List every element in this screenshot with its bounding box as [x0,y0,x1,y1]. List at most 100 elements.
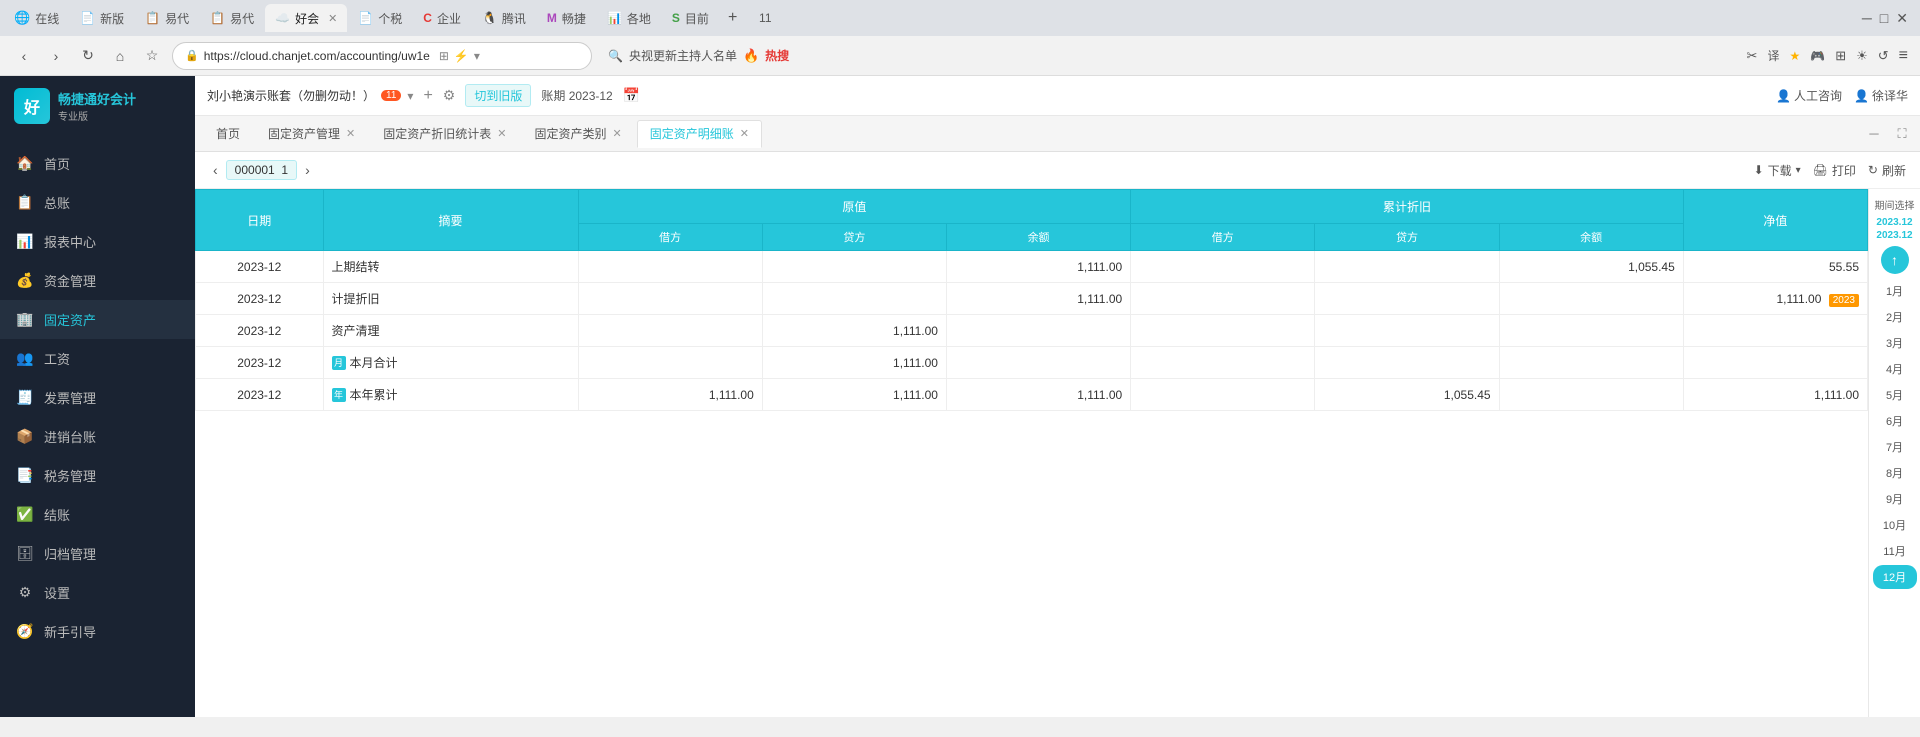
minimize-button[interactable]: ─ [1862,10,1872,26]
dropdown-icon[interactable]: ▾ [474,49,480,63]
tab-home[interactable]: 首页 [203,120,253,148]
user-profile-button[interactable]: 👤 徐译华 [1854,87,1908,104]
reload-button[interactable]: ↻ [76,44,100,68]
browser-tab-gedi[interactable]: 📊 各地 [597,4,661,32]
tab-close-icon[interactable]: ✕ [497,127,506,140]
expand-icon[interactable]: ⛶ [1892,124,1912,144]
main-with-panel: 日期 摘要 原值 累计折旧 净值 借方 贷方 余额 借方 [195,189,1920,717]
period-start-date: 2023.12 [1872,216,1916,229]
sidebar-item-home[interactable]: 🏠 首页 [0,144,195,183]
browser-tab-geshui[interactable]: 📄 个税 [348,4,412,32]
period-month-11[interactable]: 11月 [1873,539,1917,563]
browser-tab-yidai1[interactable]: 📋 易代 [135,4,199,32]
collapse-icon[interactable]: ─ [1864,124,1884,144]
tab-fixed-assets-mgmt[interactable]: 固定资产管理 ✕ [255,120,368,148]
settings-gear-icon[interactable]: ⚙ [443,87,456,104]
sidebar-item-invoice[interactable]: 🧾 发票管理 [0,378,195,417]
sidebar-item-reports[interactable]: 📊 报表中心 [0,222,195,261]
sidebar-item-general-ledger[interactable]: 📋 总账 [0,183,195,222]
translate-icon[interactable]: 译 [1767,47,1779,64]
grid-icon[interactable]: ⊞ [1835,48,1846,64]
refresh-button[interactable]: ↻ 刷新 [1868,162,1906,179]
cell-date: 2023-12 [196,315,324,347]
sidebar-item-settings[interactable]: ⚙ 设置 [0,573,195,612]
forward-button[interactable]: › [44,44,68,68]
undo-icon[interactable]: ↺ [1878,48,1889,64]
notification-badge: 11 [381,90,401,101]
game-icon[interactable]: 🎮 [1810,49,1825,63]
browser-tab-tencent[interactable]: 🐧 腾讯 [472,4,536,32]
browser-tab-yidai2[interactable]: 📋 易代 [200,4,264,32]
next-page-button[interactable]: › [301,162,314,178]
period-month-2[interactable]: 2月 [1873,305,1917,329]
period-month-6[interactable]: 6月 [1873,409,1917,433]
tab-close-icon[interactable]: ✕ [613,127,622,140]
back-button[interactable]: ‹ [12,44,36,68]
tab-depreciation-stats[interactable]: 固定资产折旧统计表 ✕ [370,120,519,148]
period-month-5[interactable]: 5月 [1873,383,1917,407]
period-month-9[interactable]: 9月 [1873,487,1917,511]
cell-orig-balance: 1,111.00 [946,379,1130,411]
browser-tab-enterprise[interactable]: C 企业 [413,4,471,32]
brightness-icon[interactable]: ☀ [1856,48,1868,64]
scissors-icon[interactable]: ✂ [1747,48,1758,64]
sidebar-item-closing[interactable]: ✅ 结账 [0,495,195,534]
prev-page-button[interactable]: ‹ [209,162,222,178]
calendar-icon[interactable]: 📅 [623,87,640,104]
period-month-8[interactable]: 8月 [1873,461,1917,485]
tab-close-icon[interactable]: ✕ [740,127,749,140]
scroll-up-button[interactable]: ↑ [1881,246,1909,274]
header-summary: 摘要 [323,190,578,251]
period-month-7[interactable]: 7月 [1873,435,1917,459]
header-original-value: 原值 [578,190,1131,224]
switch-old-version-button[interactable]: 切到旧版 [465,84,531,107]
header-accumulated-depreciation: 累计折旧 [1131,190,1684,224]
period-month-4[interactable]: 4月 [1873,357,1917,381]
url-bar[interactable]: 🔒 https://cloud.chanjet.com/accounting/u… [172,42,592,70]
company-selector[interactable]: 刘小艳演示账套（勿删勿动！） 11 ▾ [207,87,413,104]
tab-menu-button[interactable]: 11 [750,6,780,30]
flash-icon[interactable]: ⚡ [454,49,469,63]
browser-tab-haohui[interactable]: ☁️ 好会 ✕ [265,4,347,32]
sidebar-item-capital[interactable]: 💰 资金管理 [0,261,195,300]
new-tab-button[interactable]: + [720,9,745,27]
close-window-button[interactable]: ✕ [1896,10,1908,27]
sidebar-item-archive[interactable]: 🗄 归档管理 [0,534,195,573]
sidebar-item-sales-purchase[interactable]: 📦 进销台账 [0,417,195,456]
cell-summary: 月 本月合计 [323,347,578,379]
browser-tab-changjie[interactable]: M 畅捷 [537,4,596,32]
qr-icon[interactable]: ⊞ [439,49,449,63]
print-button[interactable]: 🖨 打印 [1813,162,1856,179]
sidebar-item-tax[interactable]: 📑 税务管理 [0,456,195,495]
star-icon[interactable]: ★ [1789,49,1800,63]
sidebar-item-fixed-assets[interactable]: 🏢 固定资产 [0,300,195,339]
home-button[interactable]: ⌂ [108,44,132,68]
search-area: 🔍 央视更新主持人名单 🔥 热搜 [600,47,1739,64]
period-month-3[interactable]: 3月 [1873,331,1917,355]
download-button[interactable]: ⬇ 下载 ▾ [1754,162,1801,179]
period-month-1[interactable]: 1月 [1873,279,1917,303]
menu-icon[interactable]: ≡ [1899,47,1908,65]
support-button[interactable]: 👤 人工咨询 [1776,87,1842,104]
browser-tab-new[interactable]: 📄 新版 [70,4,134,32]
close-icon[interactable]: ✕ [328,12,337,25]
browser-tab-muqian[interactable]: S 目前 [662,4,719,32]
bookmark-button[interactable]: ☆ [140,44,164,68]
sidebar-item-guide[interactable]: 🧭 新手引导 [0,612,195,651]
refresh-icon: ↻ [1868,163,1878,177]
period-month-10[interactable]: 10月 [1873,513,1917,537]
tab-fixed-assets-category[interactable]: 固定资产类别 ✕ [521,120,634,148]
sidebar-item-payroll[interactable]: 👥 工资 [0,339,195,378]
cell-net-value: 55.55 [1683,251,1867,283]
header-orig-balance: 余额 [946,224,1130,251]
maximize-button[interactable]: □ [1880,10,1888,26]
tax-icon: 📑 [16,467,34,485]
add-button[interactable]: + [423,87,432,105]
tab-close-icon[interactable]: ✕ [346,127,355,140]
table-row: 2023-12 上期结转 1,111.00 1,055.45 55.55 [196,251,1868,283]
download-dropdown-icon[interactable]: ▾ [1796,165,1801,176]
browser-tab-online[interactable]: 🌐 在线 [4,4,69,32]
accounting-period-label: 账期 2023-12 [541,87,612,104]
tab-fixed-assets-detail[interactable]: 固定资产明细账 ✕ [637,120,762,148]
period-month-12[interactable]: 12月 [1873,565,1917,589]
